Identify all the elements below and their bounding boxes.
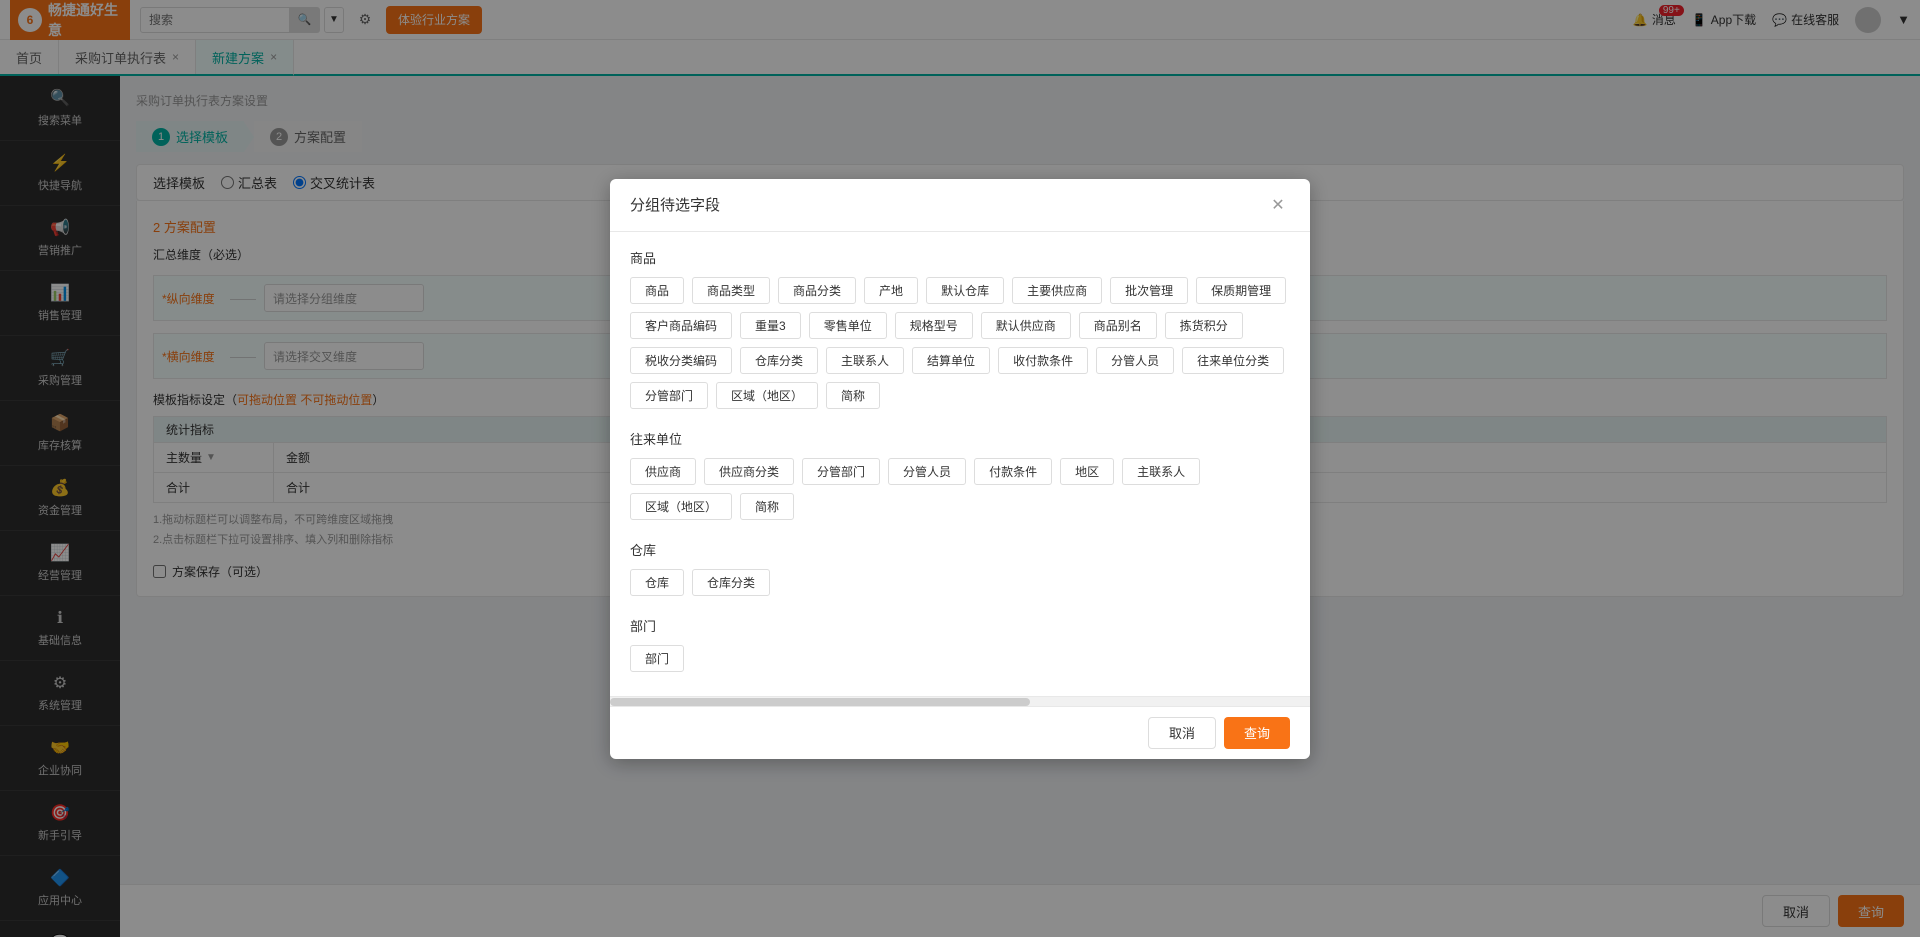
field-tag[interactable]: 默认仓库	[926, 277, 1004, 304]
field-tag[interactable]: 地区	[1060, 458, 1114, 485]
field-tag[interactable]: 区域（地区）	[716, 382, 818, 409]
field-tags-dept: 部门	[630, 645, 1290, 672]
field-tags-warehouse: 仓库 仓库分类	[630, 569, 1290, 596]
field-tag[interactable]: 仓库	[630, 569, 684, 596]
field-section-partner: 往来单位 供应商 供应商分类 分管部门 分管人员 付款条件 地区 主联系人 区域…	[630, 429, 1290, 520]
field-tag[interactable]: 零售单位	[809, 312, 887, 339]
field-tag[interactable]: 分管人员	[1096, 347, 1174, 374]
field-section-goods: 商品 商品 商品类型 商品分类 产地 默认仓库 主要供应商 批次管理 保质期管理…	[630, 248, 1290, 409]
field-tag[interactable]: 区域（地区）	[630, 493, 732, 520]
modal-confirm-button[interactable]: 查询	[1224, 717, 1290, 749]
modal-cancel-button[interactable]: 取消	[1148, 717, 1216, 749]
section-title-partner: 往来单位	[630, 429, 1290, 448]
modal-hscroll-thumb	[610, 698, 1030, 706]
field-section-dept: 部门 部门	[630, 616, 1290, 672]
field-tag[interactable]: 规格型号	[895, 312, 973, 339]
field-tag[interactable]: 分管部门	[802, 458, 880, 485]
modal-hscroll[interactable]	[610, 696, 1310, 706]
field-tag[interactable]: 仓库分类	[692, 569, 770, 596]
field-tag[interactable]: 客户商品编码	[630, 312, 732, 339]
field-tag[interactable]: 结算单位	[912, 347, 990, 374]
field-tags-goods: 商品 商品类型 商品分类 产地 默认仓库 主要供应商 批次管理 保质期管理 客户…	[630, 277, 1290, 409]
field-tag[interactable]: 仓库分类	[740, 347, 818, 374]
modal: 分组待选字段 ✕ 商品 商品 商品类型 商品分类 产地 默认仓库 主要供应商 批…	[610, 179, 1310, 759]
field-tag[interactable]: 批次管理	[1110, 277, 1188, 304]
field-tag[interactable]: 简称	[826, 382, 880, 409]
field-tag[interactable]: 供应商分类	[704, 458, 794, 485]
section-title-warehouse: 仓库	[630, 540, 1290, 559]
field-tag[interactable]: 商品类型	[692, 277, 770, 304]
field-tag[interactable]: 供应商	[630, 458, 696, 485]
field-tag[interactable]: 重量3	[740, 312, 801, 339]
field-tag[interactable]: 主要供应商	[1012, 277, 1102, 304]
field-tag[interactable]: 往来单位分类	[1182, 347, 1284, 374]
field-tag[interactable]: 收付款条件	[998, 347, 1088, 374]
field-tag[interactable]: 分管人员	[888, 458, 966, 485]
field-section-warehouse: 仓库 仓库 仓库分类	[630, 540, 1290, 596]
modal-header: 分组待选字段 ✕	[610, 179, 1310, 232]
field-tag[interactable]: 商品分类	[778, 277, 856, 304]
modal-overlay: 分组待选字段 ✕ 商品 商品 商品类型 商品分类 产地 默认仓库 主要供应商 批…	[0, 0, 1920, 937]
field-tag[interactable]: 简称	[740, 493, 794, 520]
section-title-dept: 部门	[630, 616, 1290, 635]
field-tag[interactable]: 分管部门	[630, 382, 708, 409]
modal-title: 分组待选字段	[630, 194, 720, 215]
field-tag[interactable]: 税收分类编码	[630, 347, 732, 374]
field-tag[interactable]: 保质期管理	[1196, 277, 1286, 304]
modal-close-button[interactable]: ✕	[1266, 193, 1290, 217]
field-tag[interactable]: 主联系人	[1122, 458, 1200, 485]
field-tags-partner: 供应商 供应商分类 分管部门 分管人员 付款条件 地区 主联系人 区域（地区） …	[630, 458, 1290, 520]
field-tag[interactable]: 商品别名	[1079, 312, 1157, 339]
field-tag[interactable]: 主联系人	[826, 347, 904, 374]
section-title-goods: 商品	[630, 248, 1290, 267]
field-tag[interactable]: 部门	[630, 645, 684, 672]
field-tag[interactable]: 商品	[630, 277, 684, 304]
field-tag[interactable]: 默认供应商	[981, 312, 1071, 339]
field-tag[interactable]: 付款条件	[974, 458, 1052, 485]
modal-footer: 取消 查询	[610, 706, 1310, 759]
field-tag[interactable]: 产地	[864, 277, 918, 304]
field-tag[interactable]: 拣货积分	[1165, 312, 1243, 339]
modal-body: 商品 商品 商品类型 商品分类 产地 默认仓库 主要供应商 批次管理 保质期管理…	[610, 232, 1310, 696]
